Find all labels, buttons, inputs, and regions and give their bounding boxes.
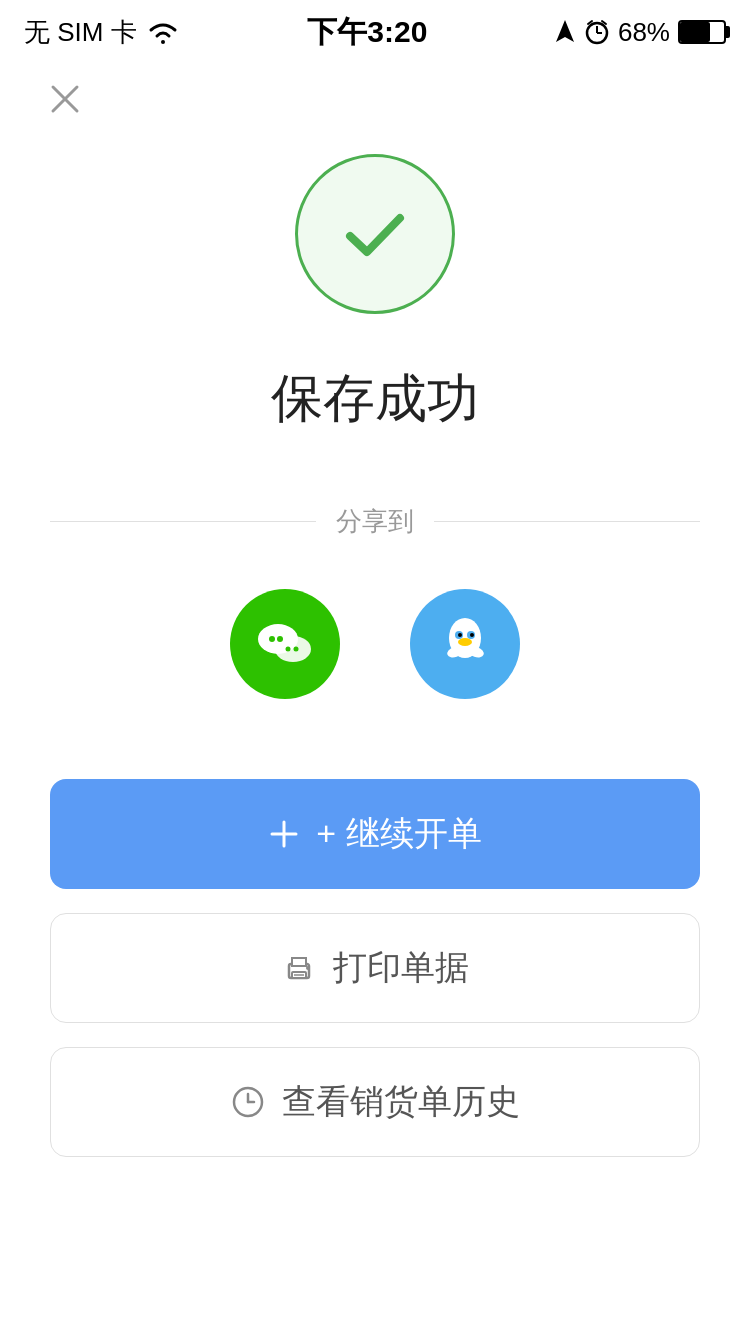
share-icons-row: [50, 589, 700, 699]
clock-icon: [230, 1084, 266, 1120]
battery-icon: [678, 20, 726, 44]
status-right: 68%: [554, 17, 726, 48]
wifi-icon: [145, 18, 181, 46]
svg-point-18: [458, 633, 462, 637]
svg-point-20: [458, 638, 472, 646]
checkmark-icon: [335, 194, 415, 274]
success-title: 保存成功: [271, 364, 479, 434]
plus-icon: [268, 818, 300, 850]
continue-button[interactable]: + 继续开单: [50, 779, 700, 889]
share-label: 分享到: [336, 504, 414, 539]
svg-point-10: [277, 636, 283, 642]
share-section: 分享到: [0, 504, 750, 779]
qq-icon: [433, 612, 498, 677]
svg-point-12: [293, 646, 298, 651]
location-icon: [554, 18, 576, 46]
print-button-label: 打印单据: [333, 945, 469, 991]
battery-percent: 68%: [618, 17, 670, 48]
divider-right: [434, 521, 700, 522]
wechat-share-button[interactable]: [230, 589, 340, 699]
share-divider: 分享到: [50, 504, 700, 539]
success-area: 保存成功 分享到: [0, 84, 750, 1157]
svg-point-19: [470, 633, 474, 637]
success-circle: [295, 154, 455, 314]
status-bar: 无 SIM 卡 下午3:20 68%: [0, 0, 750, 64]
svg-rect-24: [292, 958, 306, 966]
qq-share-button[interactable]: [410, 589, 520, 699]
action-buttons: + 继续开单 打印单据: [0, 779, 750, 1157]
history-button-label: 查看销货单历史: [282, 1079, 520, 1125]
continue-button-label: + 继续开单: [316, 811, 481, 857]
svg-point-11: [285, 646, 290, 651]
wechat-icon: [253, 617, 318, 672]
status-time: 下午3:20: [307, 12, 427, 53]
status-left: 无 SIM 卡: [24, 15, 181, 50]
divider-left: [50, 521, 316, 522]
alarm-icon: [584, 18, 610, 46]
print-button[interactable]: 打印单据: [50, 913, 700, 1023]
printer-icon: [281, 950, 317, 986]
close-button[interactable]: [40, 74, 90, 124]
svg-point-27: [306, 966, 310, 970]
no-sim-text: 无 SIM 卡: [24, 15, 137, 50]
main-content: 保存成功 分享到: [0, 64, 750, 1157]
history-button[interactable]: 查看销货单历史: [50, 1047, 700, 1157]
svg-point-9: [269, 636, 275, 642]
